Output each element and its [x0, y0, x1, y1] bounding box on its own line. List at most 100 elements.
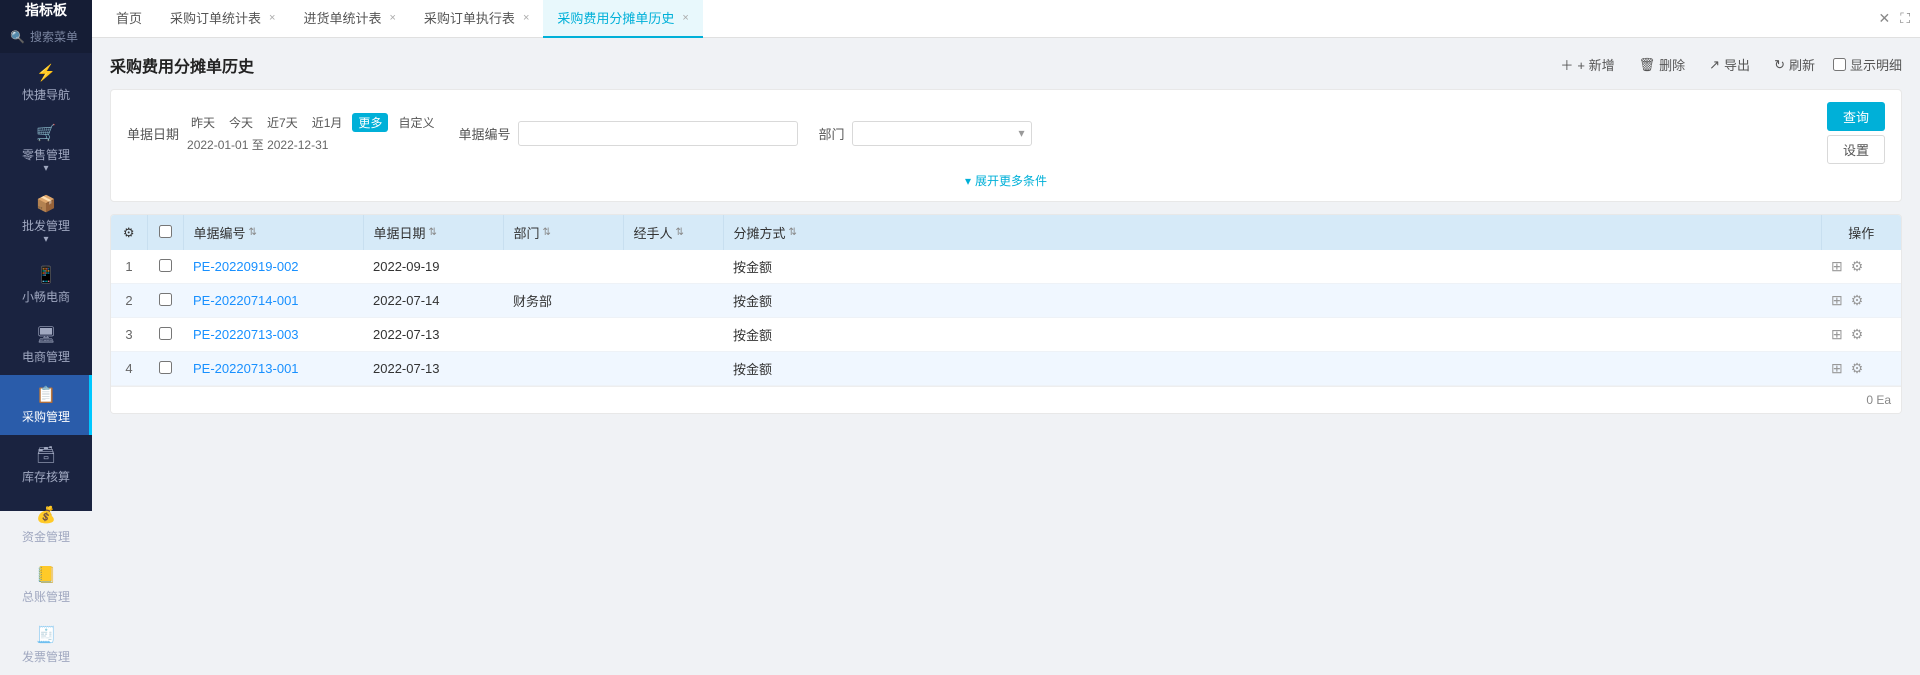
th-handler-label: 经手人 [634, 223, 673, 242]
doc-no-link-0[interactable]: PE-20220919-002 [193, 259, 299, 274]
sidebar-item-finance[interactable]: 💰 资金管理 [0, 495, 92, 555]
add-icon: ＋ [1560, 55, 1573, 74]
table-wrap: ⚙ 单据编号 ⇅ 单据日期 [110, 214, 1902, 414]
quicknav-label: 快捷导航 [0, 86, 92, 103]
export-button[interactable]: ↗ 导出 [1703, 52, 1756, 77]
table-row: 1 PE-20220919-002 2022-09-19 按金额 ⊞ ⚙ [111, 250, 1901, 284]
query-button[interactable]: 查询 [1827, 102, 1885, 131]
tab-purchase-order-exec[interactable]: 采购订单执行表 × [410, 0, 543, 38]
last7days-btn[interactable]: 近7天 [263, 113, 302, 132]
row-checkbox-2[interactable] [159, 327, 172, 340]
sidebar-search[interactable]: 🔍 搜索菜单 [0, 20, 92, 53]
expand-window-icon[interactable]: ⛶ [1900, 10, 1910, 27]
sidebar-item-invoice[interactable]: 🧾 发票管理 [0, 615, 92, 675]
settings-button[interactable]: 设置 [1827, 135, 1885, 164]
more-dates-btn[interactable]: 更多 [352, 113, 388, 132]
table-head: ⚙ 单据编号 ⇅ 单据日期 [111, 215, 1901, 250]
retail-icon: 🛒 [0, 123, 92, 143]
expand-more-btn[interactable]: ▾ 展开更多条件 [965, 172, 1047, 189]
sidebar-item-miniapp[interactable]: 📱 小畅电商 [0, 255, 92, 315]
sidebar-item-purchase[interactable]: 📋 采购管理 [0, 375, 92, 435]
th-date-label: 单据日期 [374, 223, 426, 242]
custom-date-btn[interactable]: 自定义 [394, 113, 438, 132]
th-handler[interactable]: 经手人 ⇅ [623, 215, 723, 250]
th-date[interactable]: 单据日期 ⇅ [363, 215, 503, 250]
td-doc-no-2: PE-20220713-003 [183, 318, 363, 352]
doc-no-link-3[interactable]: PE-20220713-001 [193, 361, 299, 376]
date-filter-group: 单据日期 昨天 今天 近7天 近1月 更多 自定义 2022-01-01 至 2… [127, 113, 438, 153]
td-checkbox-3 [147, 352, 183, 386]
tab-receipt-stats[interactable]: 进货单统计表 × [289, 0, 409, 38]
sidebar-item-retail[interactable]: 🛒 零售管理 ▾ [0, 113, 92, 184]
table-row: 2 PE-20220714-001 2022-07-14 财务部 按金额 ⊞ ⚙ [111, 284, 1901, 318]
edit-icon-2[interactable]: ⊞ [1831, 326, 1843, 343]
th-split[interactable]: 分摊方式 ⇅ [723, 215, 1821, 250]
sidebar-item-ledger[interactable]: 📒 总账管理 [0, 555, 92, 615]
tab-receipt-stats-close[interactable]: × [389, 12, 395, 24]
dept-select[interactable] [852, 121, 1032, 146]
tab-purchase-order-stats-close[interactable]: × [269, 12, 275, 24]
row-checkbox-0[interactable] [159, 259, 172, 272]
today-btn[interactable]: 今天 [225, 113, 257, 132]
expand-label: 展开更多条件 [975, 172, 1047, 189]
table-row: 4 PE-20220713-001 2022-07-13 按金额 ⊞ ⚙ [111, 352, 1901, 386]
table-row: 3 PE-20220713-003 2022-07-13 按金额 ⊞ ⚙ [111, 318, 1901, 352]
content-area: 采购费用分摊单历史 ＋ + 新增 🗑 删除 ↗ 导出 ↻ 刷新 [92, 38, 1920, 511]
edit-icon-0[interactable]: ⊞ [1831, 258, 1843, 275]
date-shortcuts: 昨天 今天 近7天 近1月 更多 自定义 [187, 113, 438, 132]
docno-input[interactable] [518, 121, 798, 146]
filter-row: 单据日期 昨天 今天 近7天 近1月 更多 自定义 2022-01-01 至 2… [127, 102, 1885, 164]
filter-expand: ▾ 展开更多条件 [127, 172, 1885, 189]
inventory-icon: 🗃 [0, 445, 92, 465]
expand-down-icon: ▾ [965, 174, 971, 188]
date-range-display: 2022-01-01 至 2022-12-31 [187, 136, 438, 153]
wholesale-icon: 📦 [0, 194, 92, 214]
tab-purchase-order-stats[interactable]: 采购订单统计表 × [156, 0, 289, 38]
td-date-2: 2022-07-13 [363, 318, 503, 352]
docno-filter-label: 单据编号 [458, 124, 510, 143]
tab-purchase-cost-split-close[interactable]: × [682, 12, 688, 24]
date-shortcuts-group: 昨天 今天 近7天 近1月 更多 自定义 2022-01-01 至 2022-1… [187, 113, 438, 153]
show-columns-input[interactable] [1833, 58, 1846, 71]
add-button[interactable]: ＋ + 新增 [1554, 52, 1620, 77]
td-date-0: 2022-09-19 [363, 250, 503, 284]
search-icon: 🔍 [10, 30, 25, 44]
more-icon-3[interactable]: ⚙ [1851, 360, 1864, 377]
more-icon-1[interactable]: ⚙ [1851, 292, 1864, 309]
edit-icon-3[interactable]: ⊞ [1831, 360, 1843, 377]
table-body: 1 PE-20220919-002 2022-09-19 按金额 ⊞ ⚙ 2 [111, 250, 1901, 386]
sidebar-item-inventory[interactable]: 🗃 库存核算 [0, 435, 92, 495]
sidebar-item-wholesale[interactable]: 📦 批发管理 ▾ [0, 184, 92, 255]
select-all-checkbox[interactable] [159, 225, 172, 238]
th-settings[interactable]: ⚙ [111, 215, 147, 250]
last1month-btn[interactable]: 近1月 [308, 113, 347, 132]
edit-icon-1[interactable]: ⊞ [1831, 292, 1843, 309]
th-dept[interactable]: 部门 ⇅ [503, 215, 623, 250]
tab-home[interactable]: 首页 [102, 0, 156, 38]
wholesale-arrow: ▾ [0, 234, 92, 245]
row-checkbox-1[interactable] [159, 293, 172, 306]
dept-sort-icon: ⇅ [543, 227, 551, 238]
dept-select-wrapper [852, 121, 1032, 146]
th-doc-no-label: 单据编号 [194, 223, 246, 242]
show-columns-checkbox[interactable]: 显示明细 [1833, 55, 1902, 74]
row-checkbox-3[interactable] [159, 361, 172, 374]
th-dept-label: 部门 [514, 223, 540, 242]
refresh-button[interactable]: ↻ 刷新 [1768, 52, 1821, 77]
th-doc-no[interactable]: 单据编号 ⇅ [183, 215, 363, 250]
yesterday-btn[interactable]: 昨天 [187, 113, 219, 132]
tab-purchase-order-exec-close[interactable]: × [523, 12, 529, 24]
delete-button[interactable]: 🗑 删除 [1633, 52, 1692, 77]
refresh-label: 刷新 [1789, 55, 1815, 74]
sidebar: 指标板 🔍 搜索菜单 ⚡ 快捷导航 🛒 零售管理 ▾ 📦 批发管理 ▾ 📱 小畅… [0, 0, 92, 511]
more-icon-0[interactable]: ⚙ [1851, 258, 1864, 275]
doc-no-link-1[interactable]: PE-20220714-001 [193, 293, 299, 308]
td-handler-3 [623, 352, 723, 386]
sidebar-item-quicknav[interactable]: ⚡ 快捷导航 [0, 53, 92, 113]
doc-no-link-2[interactable]: PE-20220713-003 [193, 327, 299, 342]
more-icon-2[interactable]: ⚙ [1851, 326, 1864, 343]
tab-purchase-cost-split[interactable]: 采购费用分摊单历史 × [543, 0, 702, 38]
close-all-icon[interactable]: ✕ [1878, 10, 1890, 27]
sidebar-item-ecommerce[interactable]: 🖥 电商管理 [0, 315, 92, 375]
ledger-icon: 📒 [0, 565, 92, 585]
